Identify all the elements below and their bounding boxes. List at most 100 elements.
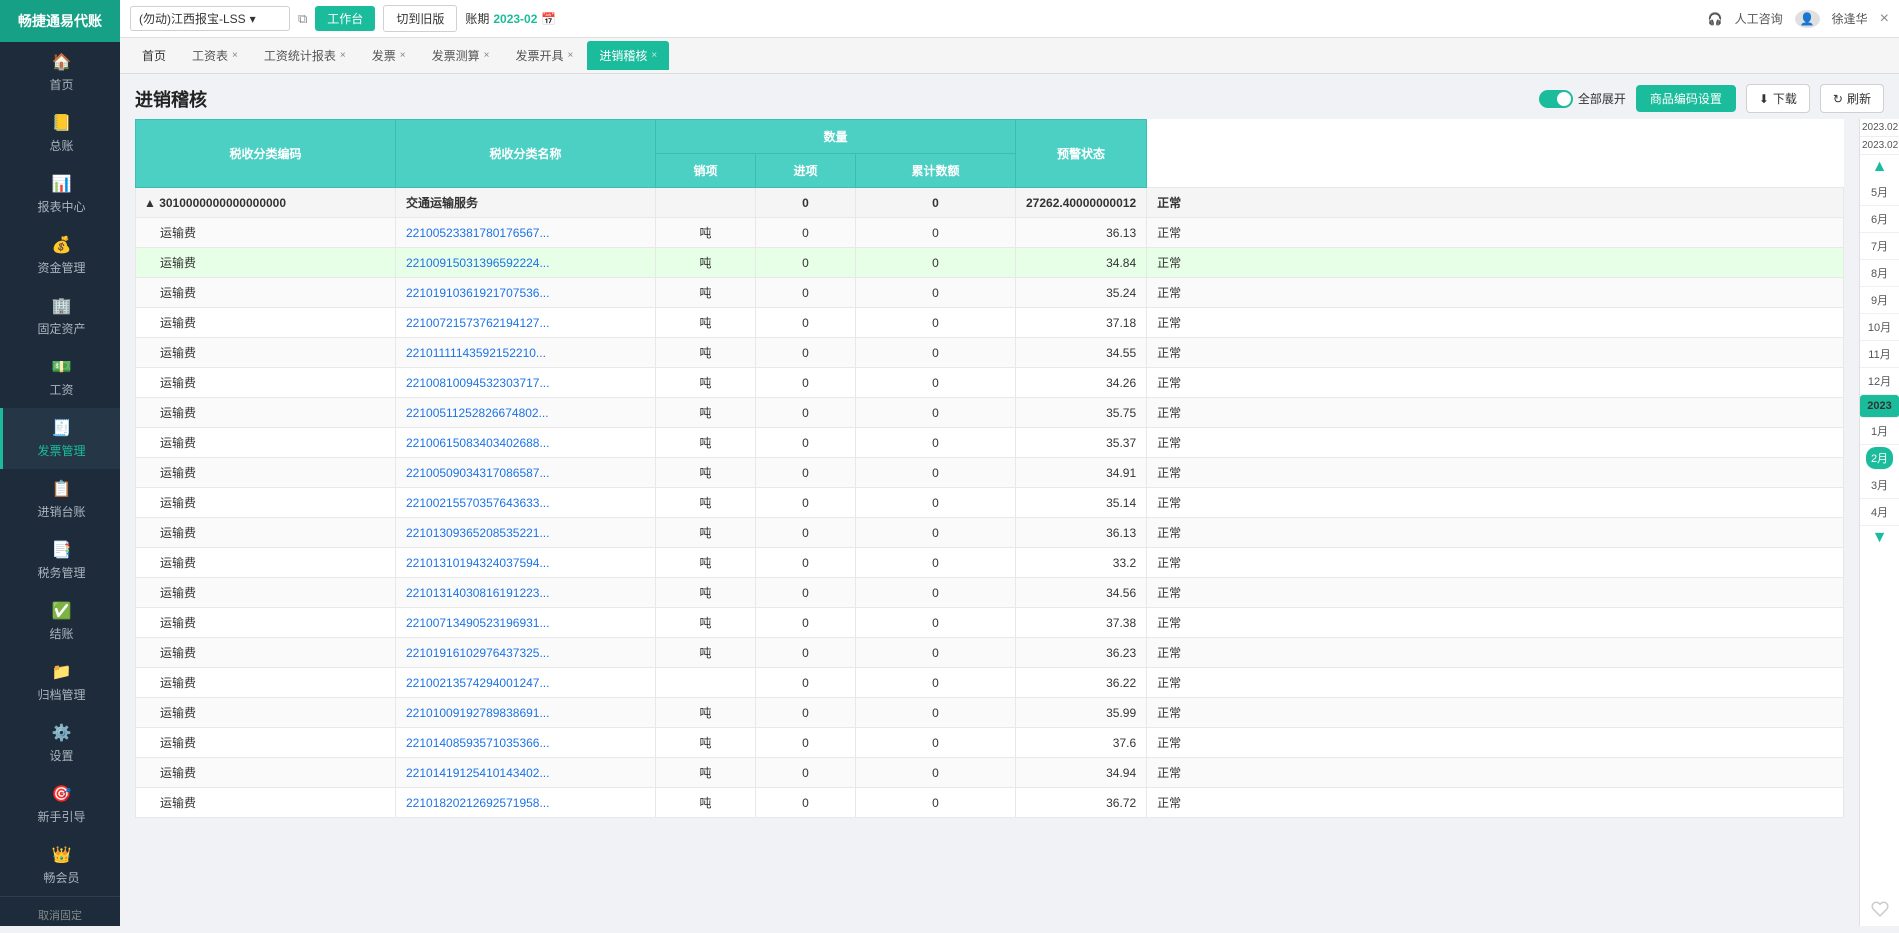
copy-icon[interactable]: ⧉ xyxy=(298,11,307,27)
tab-invoice-list[interactable]: 发票 × xyxy=(360,41,418,70)
sidebar-item-home[interactable]: 🏠 首页 xyxy=(0,42,120,103)
tab-invoice-open[interactable]: 发票开具 × xyxy=(503,41,585,70)
table-row: 运输费 22100509034317086587... 吨 0 0 34.91 … xyxy=(136,458,1844,488)
close-icon[interactable]: × xyxy=(1880,10,1889,28)
month-7[interactable]: 7月 xyxy=(1860,233,1899,260)
table-row: 运输费 22101309365208535221... 吨 0 0 36.13 … xyxy=(136,518,1844,548)
row-cumulative: 34.94 xyxy=(1016,758,1147,788)
expand-toggle-wrapper[interactable]: 全部展开 xyxy=(1539,90,1626,108)
tab-home[interactable]: 首页 xyxy=(130,41,178,70)
sales-desk-icon: 📋 xyxy=(52,479,72,499)
row-unit: 吨 xyxy=(656,728,756,758)
row-status: 正常 xyxy=(1147,488,1844,518)
tab-salary-stats[interactable]: 工资统计报表 × xyxy=(252,41,358,70)
data-table: 税收分类编码 税收分类名称 数量 预警状态 销项 进项 累计数额 ▲ 3 xyxy=(135,119,1844,818)
row-cumulative: 37.18 xyxy=(1016,308,1147,338)
row-code: 运输费 xyxy=(136,698,396,728)
support-label[interactable]: 人工咨询 xyxy=(1735,10,1783,27)
month-8[interactable]: 8月 xyxy=(1860,260,1899,287)
month-9[interactable]: 9月 xyxy=(1860,287,1899,314)
row-purchase: 0 xyxy=(856,758,1016,788)
month-5[interactable]: 5月 xyxy=(1860,179,1899,206)
refresh-button[interactable]: ↻ 刷新 xyxy=(1820,84,1884,113)
sidebar-item-sales-desk[interactable]: 📋 进销台账 xyxy=(0,469,120,530)
row-purchase: 0 xyxy=(856,638,1016,668)
sidebar-item-funds[interactable]: 💰 资金管理 xyxy=(0,225,120,286)
row-invoice-code: 22101009192789838691... xyxy=(396,698,656,728)
table-row: 运输费 22100511252826674802... 吨 0 0 35.75 … xyxy=(136,398,1844,428)
row-status: 正常 xyxy=(1147,278,1844,308)
tab-sales-check[interactable]: 进销稽核 × xyxy=(587,41,669,70)
tab-close-icon[interactable]: × xyxy=(340,50,346,61)
row-purchase: 0 xyxy=(856,728,1016,758)
tab-label: 首页 xyxy=(142,47,166,64)
tab-close-icon[interactable]: × xyxy=(232,50,238,61)
expand-toggle[interactable] xyxy=(1539,90,1573,108)
invoice-icon: 🧾 xyxy=(52,418,72,438)
row-cumulative: 35.75 xyxy=(1016,398,1147,428)
settings-button[interactable]: 商品编码设置 xyxy=(1636,85,1736,112)
calendar-icon[interactable]: 📅 xyxy=(541,12,556,26)
calendar-heart-icon[interactable] xyxy=(1869,895,1891,926)
sidebar-unpin[interactable]: 取消固定 xyxy=(0,896,120,933)
tab-close-icon[interactable]: × xyxy=(567,50,573,61)
table-row: 运输费 22100713490523196931... 吨 0 0 37.38 … xyxy=(136,608,1844,638)
download-button[interactable]: ⬇ 下载 xyxy=(1746,84,1810,113)
month-1[interactable]: 1月 xyxy=(1860,418,1899,445)
sidebar-item-tax[interactable]: 📑 税务管理 xyxy=(0,530,120,591)
row-purchase: 0 xyxy=(856,698,1016,728)
company-selector[interactable]: (勿动)江西报宝-LSS ▾ xyxy=(130,6,290,31)
sidebar-item-reports[interactable]: 📊 报表中心 xyxy=(0,164,120,225)
sidebar-item-assets[interactable]: 🏢 固定资产 xyxy=(0,286,120,347)
row-code: 运输费 xyxy=(136,248,396,278)
sidebar-item-guide[interactable]: 🎯 新手引导 xyxy=(0,774,120,835)
download-icon: ⬇ xyxy=(1759,92,1769,106)
row-invoice-code: 22100713490523196931... xyxy=(396,608,656,638)
calendar-up-arrow[interactable]: ▲ xyxy=(1869,155,1891,179)
row-cumulative: 36.72 xyxy=(1016,788,1147,818)
sidebar-item-settlement[interactable]: ✅ 结账 xyxy=(0,591,120,652)
month-10[interactable]: 10月 xyxy=(1860,314,1899,341)
workspace-button[interactable]: 工作台 xyxy=(315,6,375,31)
month-2-active[interactable]: 2月 xyxy=(1866,447,1893,470)
sidebar-item-salary[interactable]: 💵 工资 xyxy=(0,347,120,408)
year-2023[interactable]: 2023 xyxy=(1860,395,1899,418)
row-invoice-code: 22101419125410143402... xyxy=(396,758,656,788)
row-purchase: 0 xyxy=(856,218,1016,248)
month-12[interactable]: 12月 xyxy=(1860,368,1899,395)
tab-invoice-calc[interactable]: 发票测算 × xyxy=(420,41,502,70)
row-unit: 吨 xyxy=(656,218,756,248)
tab-close-icon[interactable]: × xyxy=(400,50,406,61)
calendar-down-arrow[interactable]: ▼ xyxy=(1869,526,1891,550)
row-purchase: 0 xyxy=(856,668,1016,698)
row-invoice-code: 22100509034317086587... xyxy=(396,458,656,488)
row-status: 正常 xyxy=(1147,638,1844,668)
month-3[interactable]: 3月 xyxy=(1860,472,1899,499)
sidebar-item-label: 结账 xyxy=(49,625,73,642)
row-cumulative: 35.24 xyxy=(1016,278,1147,308)
row-sales: 0 xyxy=(756,788,856,818)
tab-close-icon[interactable]: × xyxy=(484,50,490,61)
row-invoice-code: 22101916102976437325... xyxy=(396,638,656,668)
sidebar-item-archive[interactable]: 📁 归档管理 xyxy=(0,652,120,713)
row-invoice-code: 22100915031396592224... xyxy=(396,248,656,278)
tab-salary-table[interactable]: 工资表 × xyxy=(180,41,250,70)
month-6[interactable]: 6月 xyxy=(1860,206,1899,233)
sidebar-item-member[interactable]: 👑 畅会员 xyxy=(0,835,120,896)
sidebar-item-settings[interactable]: ⚙️ 设置 xyxy=(0,713,120,774)
month-4[interactable]: 4月 xyxy=(1860,499,1899,526)
sidebar-item-label: 发票管理 xyxy=(37,442,85,459)
sidebar-item-label: 归档管理 xyxy=(37,686,85,703)
sidebar-item-invoice[interactable]: 🧾 发票管理 xyxy=(0,408,120,469)
row-cumulative: 33.2 xyxy=(1016,548,1147,578)
row-cumulative: 35.99 xyxy=(1016,698,1147,728)
row-invoice-code: 22100721573762194127... xyxy=(396,308,656,338)
history-button[interactable]: 切到旧版 xyxy=(383,5,457,32)
row-unit: 吨 xyxy=(656,488,756,518)
sidebar-item-ledger[interactable]: 📒 总账 xyxy=(0,103,120,164)
row-sales: 0 xyxy=(756,518,856,548)
tab-close-icon[interactable]: × xyxy=(651,50,657,61)
row-purchase: 0 xyxy=(856,578,1016,608)
row-sales: 0 xyxy=(756,548,856,578)
month-11[interactable]: 11月 xyxy=(1860,341,1899,368)
